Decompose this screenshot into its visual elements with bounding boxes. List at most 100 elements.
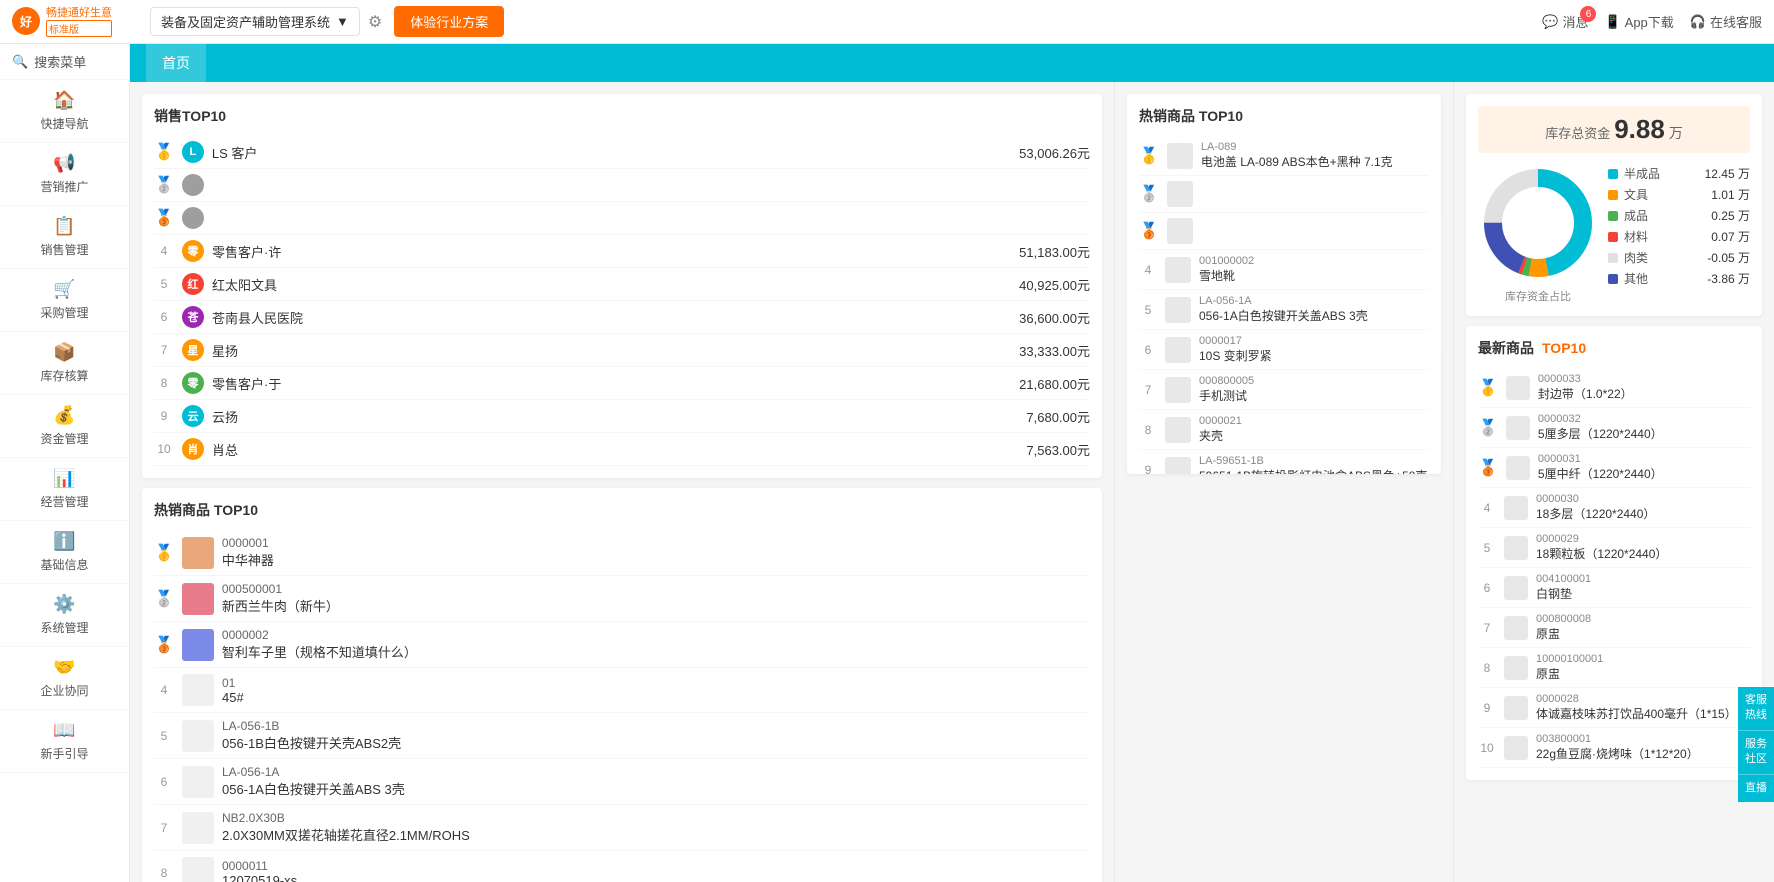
sidebar-item-purchase[interactable]: 🛒 采购管理: [0, 269, 129, 332]
list-item: 🥉 0000031 5厘中纤（1220*2440）: [1478, 448, 1750, 488]
medal-silver-icon: 🥈: [154, 175, 174, 195]
customer-ranking-card: 销售TOP10 🥇 L LS 客户 53,006.26元 🥈: [142, 94, 1102, 478]
message-icon: 💬: [1542, 14, 1558, 30]
product-image: [1504, 496, 1528, 520]
system-selector[interactable]: 装备及固定资产辅助管理系统 ▼: [150, 7, 360, 36]
product-image: [1506, 376, 1530, 400]
main-content: 销售TOP10 🥇 L LS 客户 53,006.26元 🥈: [130, 82, 1774, 882]
headset-icon: 🎧: [1690, 14, 1706, 30]
product-image: [182, 720, 214, 752]
sidebar-item-quick-nav[interactable]: 🏠 快捷导航: [0, 80, 129, 143]
sidebar-item-operations[interactable]: 📊 经营管理: [0, 458, 129, 521]
clipboard-icon: 📋: [53, 216, 75, 237]
donut-svg: [1478, 163, 1598, 283]
list-item: 7 000800008 原盅: [1478, 608, 1750, 648]
medal-icon: 🥉: [1139, 221, 1159, 241]
right-panel: 库存总资金 9.88 万: [1454, 82, 1774, 882]
sidebar-item-guide[interactable]: 📖 新手引导: [0, 710, 129, 773]
trial-button[interactable]: 体验行业方案: [394, 6, 504, 37]
product-image: [1504, 736, 1528, 760]
medal-icon: 🥇: [1478, 378, 1498, 398]
product-image: [1165, 457, 1191, 475]
list-item: 🥇 0000033 封边带（1.0*22）: [1478, 368, 1750, 408]
info-icon: ℹ️: [53, 531, 75, 552]
sidebar-item-finance[interactable]: 💰 资金管理: [0, 395, 129, 458]
money-icon: 💰: [53, 405, 75, 426]
handshake-icon: 🤝: [53, 657, 75, 678]
cs-hotline-button[interactable]: 客服热线: [1738, 687, 1774, 731]
list-item: 4 01 45#: [154, 668, 1090, 713]
avatar: [182, 207, 204, 229]
cs-live-button[interactable]: 直播: [1738, 775, 1774, 802]
cs-community-button[interactable]: 服务社区: [1738, 731, 1774, 775]
list-item: 7 星 星扬 33,333.00元: [154, 334, 1090, 367]
list-item: 7 000800005 手机测试: [1139, 370, 1429, 410]
avatar: 苍: [182, 306, 204, 328]
medal-icon: 🥉: [154, 635, 174, 655]
list-item: 9 LA-59651-1B 59651-1B旋转投影灯电池盒ABS黑色+58壳: [1139, 450, 1429, 474]
main-layout: 🔍 搜索菜单 🏠 快捷导航 📢 营销推广 📋 销售管理 🛒 采购管理 📦 库存核…: [0, 44, 1774, 882]
avatar: 云: [182, 405, 204, 427]
medal-icon: 🥈: [154, 589, 174, 609]
new-products-card: 最新商品 TOP10 🥇 0000033 封边带（1.0*22）: [1466, 326, 1762, 780]
list-item: 🥈 0000032 5厘多层（1220*2440）: [1478, 408, 1750, 448]
list-item: 9 0000028 体诚嘉枝味苏打饮品400毫升（1*15）: [1478, 688, 1750, 728]
phone-icon: 📱: [1604, 14, 1620, 30]
app-download-button[interactable]: 📱 App下载: [1604, 12, 1673, 31]
sidebar-item-system[interactable]: ⚙️ 系统管理: [0, 584, 129, 647]
sidebar-item-sales[interactable]: 📋 销售管理: [0, 206, 129, 269]
product-image: [1165, 337, 1191, 363]
list-item: 肉类 -0.05 万: [1608, 247, 1750, 268]
medal-icon: 🥇: [1139, 146, 1159, 166]
list-item: 🥇 LA-089 电池盖 LA-089 ABS本色+黑种 7.1克: [1139, 136, 1429, 176]
product-image: [1504, 696, 1528, 720]
inventory-total-banner: 库存总资金 9.88 万: [1478, 106, 1750, 153]
product-image: [182, 629, 214, 661]
sidebar-item-cooperation[interactable]: 🤝 企业协同: [0, 647, 129, 710]
medal-gold-icon: 🥇: [154, 142, 174, 162]
product-image: [1506, 456, 1530, 480]
list-item: 🥇 0000001 中华神器: [154, 530, 1090, 576]
avatar: 星: [182, 339, 204, 361]
new-products-list: 🥇 0000033 封边带（1.0*22） 🥈 0000032: [1478, 368, 1750, 768]
list-item: 半成品 12.45 万: [1608, 163, 1750, 184]
nav-item-home[interactable]: 首页: [146, 44, 206, 82]
message-button[interactable]: 💬 消息 6: [1542, 12, 1588, 31]
list-item: 🥉: [154, 202, 1090, 235]
list-item: 6 0000017 10S 变刺罗紧: [1139, 330, 1429, 370]
avatar: 肖: [182, 438, 204, 460]
online-service-button[interactable]: 🎧 在线客服: [1690, 12, 1762, 31]
product-image: [1167, 181, 1193, 207]
avatar: 零: [182, 240, 204, 262]
sidebar-item-marketing[interactable]: 📢 营销推广: [0, 143, 129, 206]
list-item: 4 001000002 雪地靴: [1139, 250, 1429, 290]
hot-products-mid-list: 🥇 LA-089 电池盖 LA-089 ABS本色+黑种 7.1克 🥈: [1139, 136, 1429, 474]
list-item: 🥈 000500001 新西兰牛肉（新牛）: [154, 576, 1090, 622]
list-item: 6 004100001 白钢垫: [1478, 568, 1750, 608]
inventory-legend: 半成品 12.45 万 文具 1.01 万: [1608, 163, 1750, 289]
sidebar-item-basic[interactable]: ℹ️ 基础信息: [0, 521, 129, 584]
list-item: 6 LA-056-1A 056-1A白色按键开关盖ABS 3壳: [154, 759, 1090, 805]
product-image: [182, 812, 214, 844]
search-icon: 🔍: [12, 54, 28, 70]
cart-icon: 🛒: [53, 279, 75, 300]
list-item: 5 LA-056-1A 056-1A白色按键开关盖ABS 3壳: [1139, 290, 1429, 330]
top-bar: 好 畅捷通好生意 标准版 装备及固定资产辅助管理系统 ▼ ⚙ 体验行业方案 💬 …: [0, 0, 1774, 44]
sidebar-item-inventory[interactable]: 📦 库存核算: [0, 332, 129, 395]
list-item: 5 LA-056-1B 056-1B白色按键开关壳ABS2壳: [154, 713, 1090, 759]
content-area: 首页 销售TOP10 🥇 L LS 客户 53,006.26元: [130, 44, 1774, 882]
new-products-title: 最新商品 TOP10: [1478, 338, 1750, 358]
settings-icon[interactable]: ⚙: [368, 12, 382, 32]
list-item: 8 零 零售客户·于 21,680.00元: [154, 367, 1090, 400]
list-item: 4 零 零售客户·许 51,183.00元: [154, 235, 1090, 268]
product-image: [1504, 536, 1528, 560]
product-image: [182, 857, 214, 882]
list-item: 6 苍 苍南县人民医院 36,600.00元: [154, 301, 1090, 334]
product-image: [1165, 417, 1191, 443]
search-menu[interactable]: 🔍 搜索菜单: [0, 44, 129, 80]
product-image: [1167, 218, 1193, 244]
avatar: [182, 174, 204, 196]
hot-products-list: 🥇 0000001 中华神器 🥈 000500001: [154, 530, 1090, 882]
list-item: 🥉: [1139, 213, 1429, 250]
list-item: 5 0000029 18颗粒板（1220*2440）: [1478, 528, 1750, 568]
